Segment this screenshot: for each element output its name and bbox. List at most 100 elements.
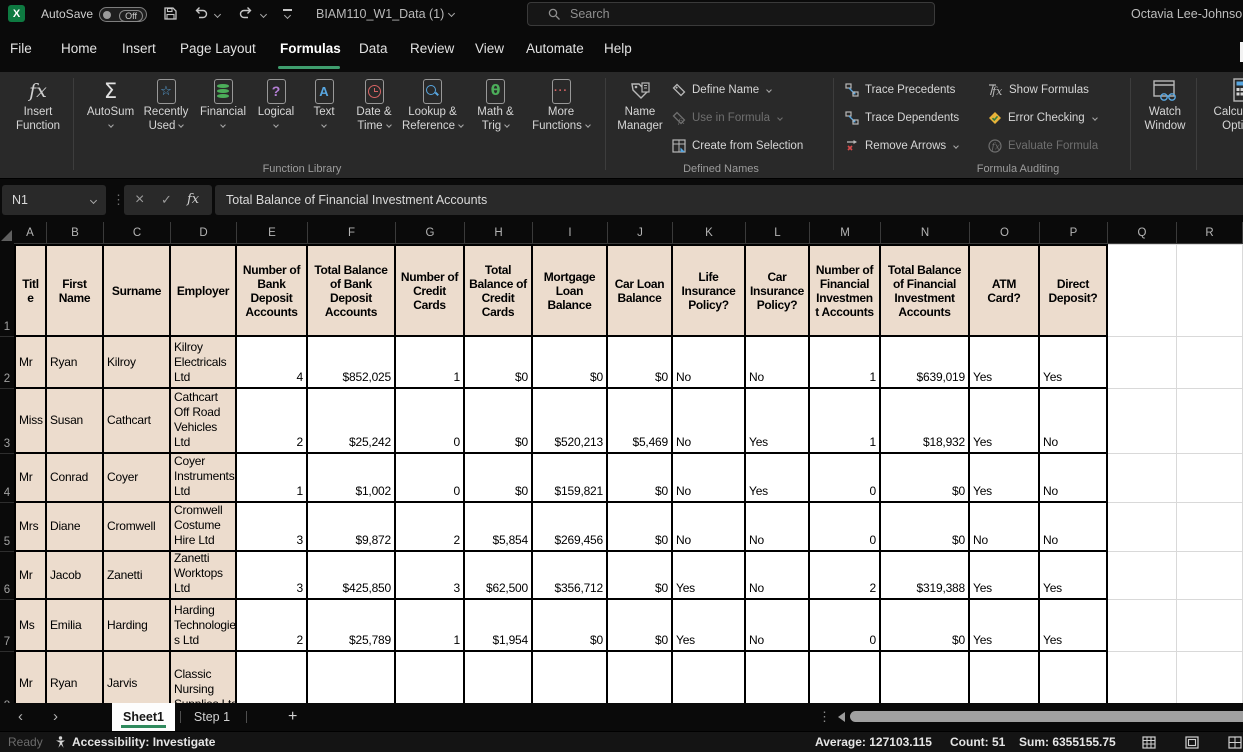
- ribbon-trace-precedents-button[interactable]: Trace Precedents: [845, 80, 955, 100]
- cell-N4[interactable]: $0: [881, 454, 970, 503]
- save-icon[interactable]: [163, 6, 178, 21]
- sheet-tab-sheet1[interactable]: Sheet1: [112, 703, 175, 731]
- name-box[interactable]: N1: [2, 185, 106, 215]
- cell-J6[interactable]: $0: [608, 552, 673, 600]
- cell-H8[interactable]: [465, 652, 533, 703]
- cell-E8[interactable]: [237, 652, 308, 703]
- cell-A1[interactable]: Titl e: [14, 244, 47, 337]
- cell-G3[interactable]: 0: [396, 389, 465, 454]
- cell-P4[interactable]: No: [1040, 454, 1108, 503]
- cell-K1[interactable]: Life Insurance Policy?: [673, 244, 746, 337]
- cell-C2[interactable]: Kilroy: [104, 337, 171, 389]
- column-header-I[interactable]: I: [533, 222, 608, 244]
- ribbon-define-name-button[interactable]: Define Name: [672, 80, 772, 100]
- cell-R3[interactable]: [1177, 389, 1243, 454]
- cell-M4[interactable]: 0: [810, 454, 881, 503]
- row-header-4[interactable]: 4: [0, 454, 14, 503]
- cell-N8[interactable]: [881, 652, 970, 703]
- ribbon-show-formulas-button[interactable]: fx Show Formulas: [988, 80, 1089, 100]
- cell-H2[interactable]: $0: [465, 337, 533, 389]
- qat-customize-chevron[interactable]: [283, 11, 292, 20]
- cell-C3[interactable]: Cathcart: [104, 389, 171, 454]
- cell-K7[interactable]: Yes: [673, 600, 746, 652]
- cell-P5[interactable]: No: [1040, 503, 1108, 552]
- ribbon-logical-button[interactable]: ? Logical: [251, 76, 301, 162]
- cell-F8[interactable]: [308, 652, 396, 703]
- cell-M5[interactable]: 0: [810, 503, 881, 552]
- cell-G8[interactable]: [396, 652, 465, 703]
- column-header-Q[interactable]: Q: [1108, 222, 1177, 244]
- cell-E1[interactable]: Number of Bank Deposit Accounts: [237, 244, 308, 337]
- cell-G1[interactable]: Number of Credit Cards: [396, 244, 465, 337]
- menu-tab-view[interactable]: View: [475, 28, 504, 70]
- cell-F4[interactable]: $1,002: [308, 454, 396, 503]
- cell-L1[interactable]: Car Insurance Policy?: [746, 244, 810, 337]
- redo-icon[interactable]: [238, 5, 254, 21]
- menu-tab-home[interactable]: Home: [61, 28, 97, 70]
- cell-E4[interactable]: 1: [237, 454, 308, 503]
- formula-bar-input[interactable]: Total Balance of Financial Investment Ac…: [215, 185, 1243, 215]
- cell-B4[interactable]: Conrad: [47, 454, 104, 503]
- cell-B8[interactable]: Ryan: [47, 652, 104, 703]
- cell-P3[interactable]: No: [1040, 389, 1108, 454]
- menu-tab-review[interactable]: Review: [410, 28, 454, 70]
- cell-R4[interactable]: [1177, 454, 1243, 503]
- horizontal-scrollbar[interactable]: [850, 711, 1243, 722]
- cell-P6[interactable]: Yes: [1040, 552, 1108, 600]
- cell-F7[interactable]: $25,789: [308, 600, 396, 652]
- row-header-8[interactable]: 8: [0, 652, 14, 703]
- cell-H4[interactable]: $0: [465, 454, 533, 503]
- cell-D5[interactable]: Cromwell Costume Hire Ltd: [171, 503, 237, 552]
- cell-F1[interactable]: Total Balance of Bank Deposit Accounts: [308, 244, 396, 337]
- cell-E7[interactable]: 2: [237, 600, 308, 652]
- column-header-P[interactable]: P: [1040, 222, 1108, 244]
- row-header-7[interactable]: 7: [0, 600, 14, 652]
- cell-J4[interactable]: $0: [608, 454, 673, 503]
- cell-G7[interactable]: 1: [396, 600, 465, 652]
- cell-H3[interactable]: $0: [465, 389, 533, 454]
- user-name[interactable]: Octavia Lee-Johnson: [1131, 0, 1243, 28]
- cell-J1[interactable]: Car Loan Balance: [608, 244, 673, 337]
- cell-O1[interactable]: ATM Card?: [970, 244, 1040, 337]
- cell-L3[interactable]: Yes: [746, 389, 810, 454]
- cell-P8[interactable]: [1040, 652, 1108, 703]
- cell-P1[interactable]: Direct Deposit?: [1040, 244, 1108, 337]
- cell-B1[interactable]: First Name: [47, 244, 104, 337]
- cell-N2[interactable]: $639,019: [881, 337, 970, 389]
- menu-tab-insert[interactable]: Insert: [122, 28, 156, 70]
- cell-D4[interactable]: Coyer Instruments Ltd: [171, 454, 237, 503]
- cell-F2[interactable]: $852,025: [308, 337, 396, 389]
- column-header-L[interactable]: L: [746, 222, 810, 244]
- select-all-corner[interactable]: [0, 222, 14, 244]
- cell-C5[interactable]: Cromwell: [104, 503, 171, 552]
- cell-I1[interactable]: Mortgage Loan Balance: [533, 244, 608, 337]
- cell-O6[interactable]: Yes: [970, 552, 1040, 600]
- menu-tab-help[interactable]: Help: [604, 28, 632, 70]
- column-header-R[interactable]: R: [1177, 222, 1243, 244]
- cell-L8[interactable]: [746, 652, 810, 703]
- cell-M1[interactable]: Number of Financial Investmen t Accounts: [810, 244, 881, 337]
- cell-G2[interactable]: 1: [396, 337, 465, 389]
- column-header-B[interactable]: B: [47, 222, 104, 244]
- menu-tab-data[interactable]: Data: [359, 28, 388, 70]
- cell-I5[interactable]: $269,456: [533, 503, 608, 552]
- enter-icon[interactable]: ✓: [161, 185, 172, 215]
- normal-view-icon[interactable]: [1142, 736, 1156, 749]
- cell-Q1[interactable]: [1108, 244, 1177, 337]
- cell-J3[interactable]: $5,469: [608, 389, 673, 454]
- cell-N5[interactable]: $0: [881, 503, 970, 552]
- cell-L7[interactable]: No: [746, 600, 810, 652]
- new-sheet-button[interactable]: +: [288, 703, 297, 730]
- column-header-C[interactable]: C: [104, 222, 171, 244]
- ribbon-date-time-button[interactable]: Date & Time: [347, 76, 401, 162]
- cell-H1[interactable]: Total Balance of Credit Cards: [465, 244, 533, 337]
- document-title[interactable]: BIAM110_W1_Data (1): [316, 0, 444, 28]
- ribbon-text-button[interactable]: A Text: [301, 76, 347, 162]
- cell-H7[interactable]: $1,954: [465, 600, 533, 652]
- column-header-G[interactable]: G: [396, 222, 465, 244]
- name-box-chevron[interactable]: [89, 196, 98, 205]
- sheet-nav-right-icon[interactable]: ›: [53, 703, 58, 731]
- ribbon-recently-used-button[interactable]: ☆ Recently Used: [137, 76, 195, 162]
- excel-logo-icon[interactable]: X: [8, 5, 25, 22]
- cell-Q8[interactable]: [1108, 652, 1177, 703]
